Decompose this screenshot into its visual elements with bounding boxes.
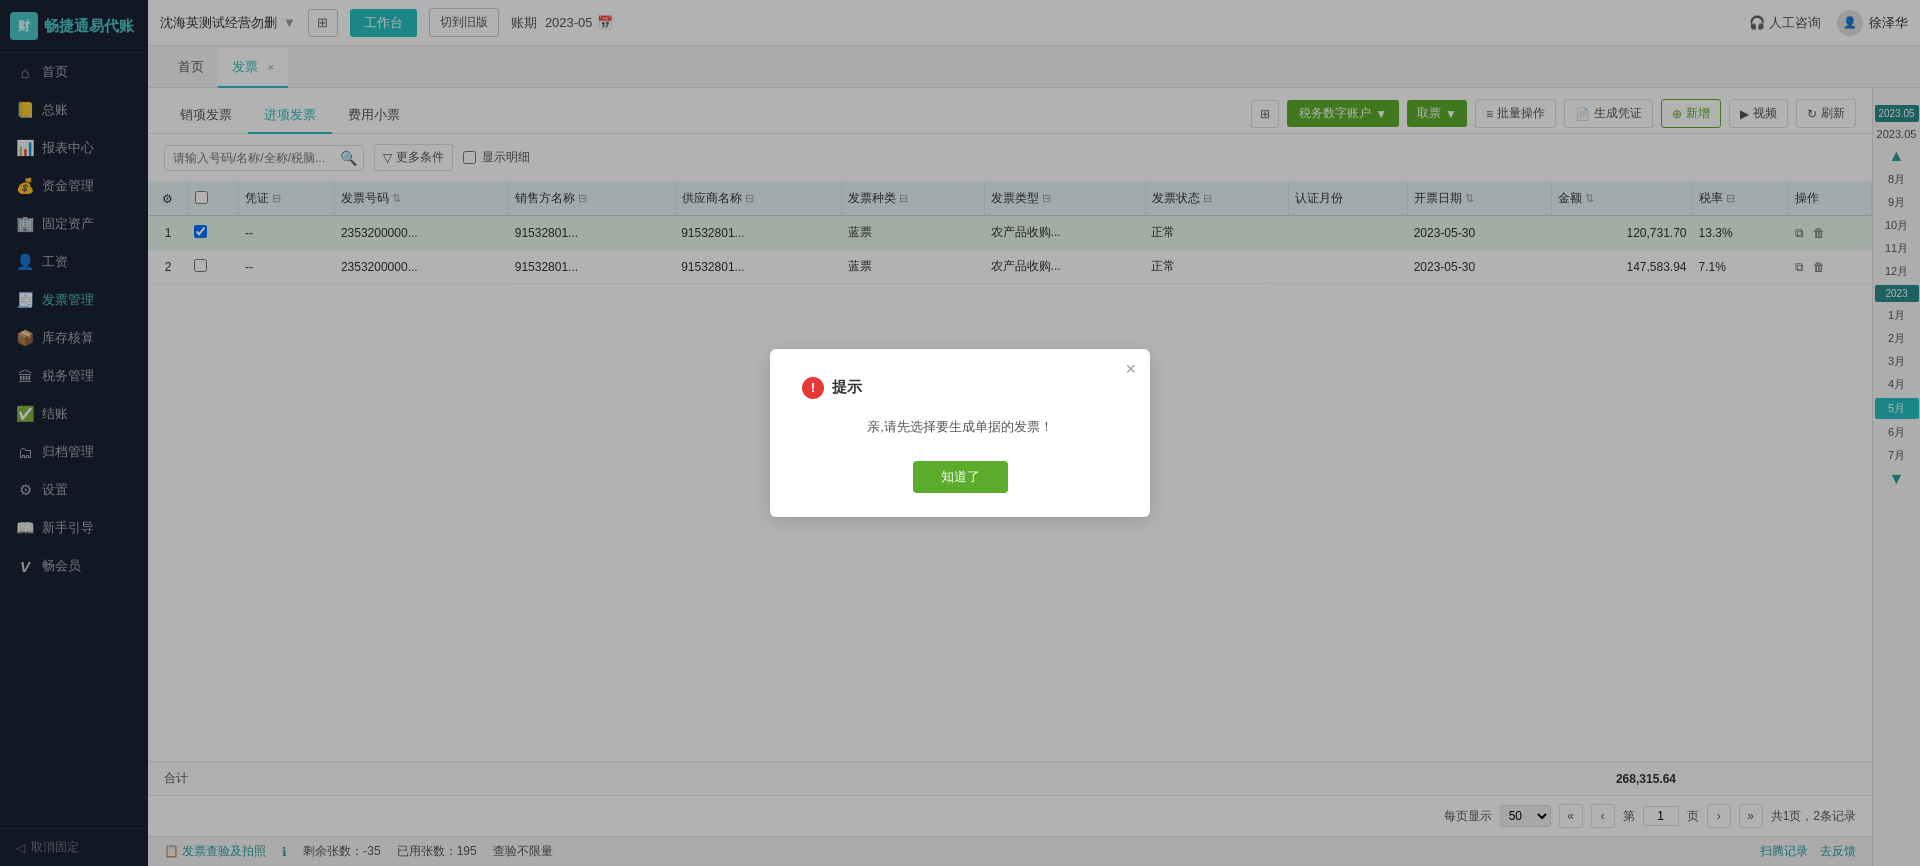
modal-message: 亲,请先选择要生成单据的发票！ (802, 417, 1118, 438)
modal-overlay: × ! 提示 亲,请先选择要生成单据的发票！ 知道了 (0, 0, 1920, 866)
warning-icon: ! (802, 377, 824, 399)
modal-close-button[interactable]: × (1125, 359, 1136, 380)
modal-title-row: ! 提示 (802, 377, 1118, 399)
modal-dialog: × ! 提示 亲,请先选择要生成单据的发票！ 知道了 (770, 349, 1150, 518)
modal-ok-button[interactable]: 知道了 (913, 461, 1008, 493)
modal-footer: 知道了 (802, 461, 1118, 493)
modal-title-text: 提示 (832, 378, 862, 397)
